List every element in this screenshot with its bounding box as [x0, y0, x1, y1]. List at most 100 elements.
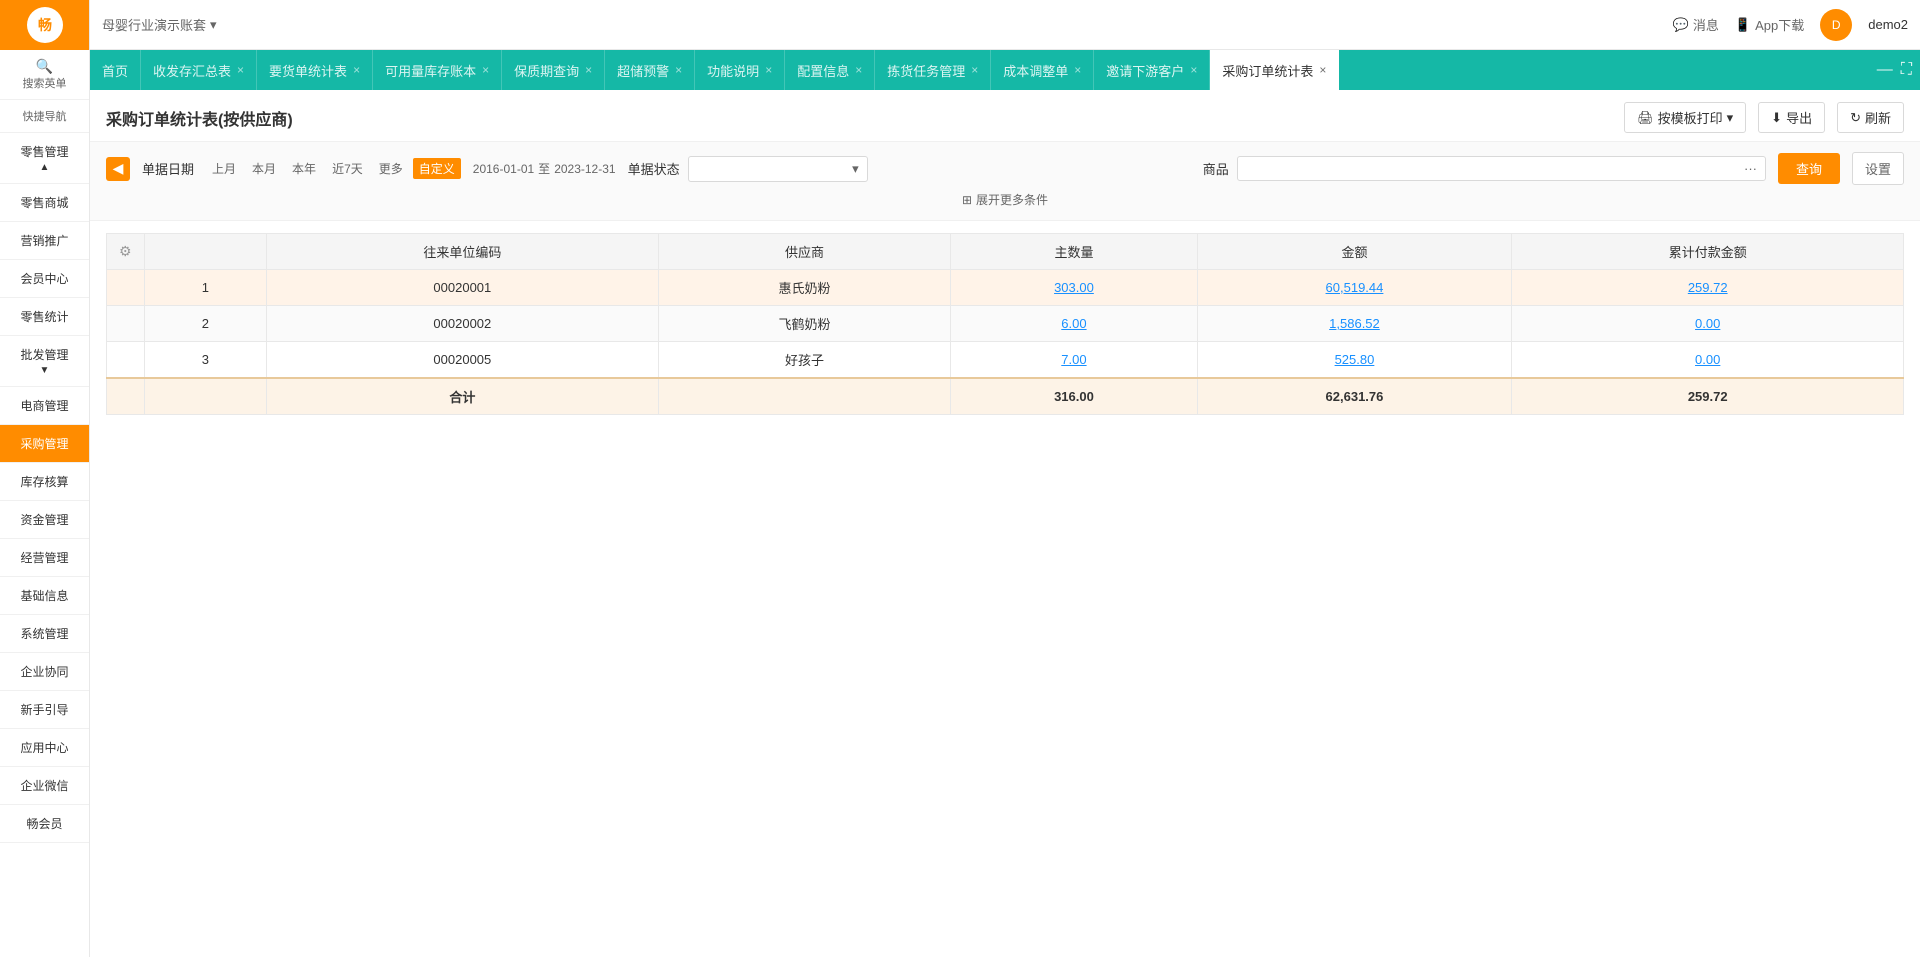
col-header-paid-amount: 累计付款金额 — [1512, 234, 1904, 270]
row-amount: 1,586.52 — [1197, 306, 1512, 342]
table-body: 1 00020001 惠氏奶粉 303.00 60,519.44 259.72 … — [107, 270, 1904, 379]
tab-receive-summary[interactable]: 收发存汇总表 × — [141, 50, 257, 90]
sidebar-item-label: 基础信息 — [20, 587, 68, 604]
sidebar-item-ecommerce[interactable]: 电商管理 — [0, 387, 89, 425]
tab-order-summary[interactable]: 要货单统计表 × — [257, 50, 373, 90]
date-shortcut-7days[interactable]: 近7天 — [326, 158, 369, 179]
sidebar-item-corp-collab[interactable]: 企业协同 — [0, 653, 89, 691]
workspace-selector[interactable]: 母婴行业演示账套 ▾ — [102, 15, 217, 34]
tab-invite-downstream[interactable]: 邀请下游客户 × — [1094, 50, 1210, 90]
expand-more-label: 展开更多条件 — [976, 191, 1048, 208]
sidebar-item-member[interactable]: 会员中心 — [0, 260, 89, 298]
tab-bar-end: — ⛶ — [1869, 50, 1920, 90]
logo-icon: 畅 — [26, 6, 64, 44]
date-custom-tag[interactable]: 自定义 — [413, 158, 461, 179]
sidebar-item-new-guide[interactable]: 新手引导 — [0, 691, 89, 729]
sidebar-item-inventory[interactable]: 库存核算 — [0, 463, 89, 501]
sidebar-item-retail-stats[interactable]: 零售统计 — [0, 298, 89, 336]
table-row: 3 00020005 好孩子 7.00 525.80 0.00 — [107, 342, 1904, 379]
tab-maximize-icon[interactable]: ⛶ — [1901, 61, 1912, 79]
sidebar-item-corp-wechat[interactable]: 企业微信 — [0, 767, 89, 805]
message-btn[interactable]: 💬 消息 — [1673, 15, 1719, 34]
summary-row: 合计 316.00 62,631.76 259.72 — [107, 378, 1904, 415]
sidebar-item-retail-mgmt[interactable]: 零售管理 ▲ — [0, 133, 89, 184]
tab-config-info[interactable]: 配置信息 × — [785, 50, 875, 90]
sidebar-item-label: 采购管理 — [20, 435, 68, 452]
query-button[interactable]: 查询 — [1778, 153, 1840, 184]
tab-cost-adjust[interactable]: 成本调整单 × — [991, 50, 1094, 90]
app-download-label: App下载 — [1755, 15, 1804, 34]
tab-close-icon[interactable]: × — [353, 63, 360, 77]
sidebar-item-operations[interactable]: 经营管理 — [0, 539, 89, 577]
tab-task-mgmt[interactable]: 拣货任务管理 × — [875, 50, 991, 90]
date-shortcut-this-year[interactable]: 本年 — [286, 158, 322, 179]
sidebar-item-app-center[interactable]: 应用中心 — [0, 729, 89, 767]
user-avatar[interactable]: D — [1820, 9, 1852, 41]
tab-label: 功能说明 — [707, 61, 759, 80]
tab-close-icon[interactable]: × — [971, 63, 978, 77]
filter-area: ◀ 单据日期 上月 本月 本年 近7天 更多 自定义 2016-01-01 至 … — [90, 142, 1920, 221]
date-label: 单据日期 — [142, 159, 194, 178]
sidebar-item-label: 零售统计 — [20, 308, 68, 325]
filter-goods-wrapper: 商品 ··· — [1203, 156, 1766, 181]
date-shortcut-last-month[interactable]: 上月 — [206, 158, 242, 179]
sidebar-item-quick-nav[interactable]: 快捷导航 — [0, 100, 89, 133]
row-settings — [107, 306, 145, 342]
tab-close-icon[interactable]: × — [1319, 63, 1326, 77]
row-supplier-code: 00020005 — [267, 342, 659, 379]
tab-minimize-icon[interactable]: — — [1877, 61, 1893, 79]
data-table: ⚙ 往来单位编码 供应商 主数量 金额 累计付款金额 1 00020001 惠氏… — [106, 233, 1904, 415]
filter-toggle-button[interactable]: ◀ — [106, 157, 130, 181]
summary-paid-amount: 259.72 — [1512, 378, 1904, 415]
tab-home[interactable]: 首页 — [90, 50, 141, 90]
date-shortcut-more[interactable]: 更多 — [373, 158, 409, 179]
tab-close-icon[interactable]: × — [585, 63, 592, 77]
export-button[interactable]: ⬇ 导出 — [1758, 102, 1825, 133]
app-download-btn[interactable]: 📱 App下载 — [1735, 15, 1804, 34]
sidebar-item-search[interactable]: 🔍 搜索英单 — [0, 50, 89, 100]
col-header-settings: ⚙ — [107, 234, 145, 270]
sidebar-item-basic-info[interactable]: 基础信息 — [0, 577, 89, 615]
status-select[interactable]: ▾ — [688, 156, 868, 182]
settings-icon[interactable]: ⚙ — [119, 243, 132, 259]
row-paid-amount: 0.00 — [1512, 342, 1904, 379]
sidebar-item-purchase-mgmt[interactable]: 采购管理 — [0, 425, 89, 463]
goods-input[interactable]: ··· — [1237, 156, 1766, 181]
sidebar-item-marketing[interactable]: 营销推广 — [0, 222, 89, 260]
user-name[interactable]: demo2 — [1868, 17, 1908, 32]
row-amount: 525.80 — [1197, 342, 1512, 379]
sidebar-item-label: 经营管理 — [20, 549, 68, 566]
tab-close-icon[interactable]: × — [482, 63, 489, 77]
print-button[interactable]: 🖨 按模板打印 ▾ — [1624, 102, 1746, 133]
tab-close-icon[interactable]: × — [237, 63, 244, 77]
tab-function-desc[interactable]: 功能说明 × — [695, 50, 785, 90]
tab-label: 收发存汇总表 — [153, 61, 231, 80]
tab-overstock-alert[interactable]: 超储预警 × — [605, 50, 695, 90]
tab-label: 可用量库存账本 — [385, 61, 476, 80]
tab-purchase-summary[interactable]: 采购订单统计表 × — [1210, 50, 1339, 90]
table-footer: 合计 316.00 62,631.76 259.72 — [107, 378, 1904, 415]
refresh-icon: ↻ — [1850, 110, 1861, 126]
date-shortcuts: 上月 本月 本年 近7天 更多 自定义 — [206, 158, 461, 179]
sidebar-item-member2[interactable]: 畅会员 — [0, 805, 89, 843]
summary-quantity: 316.00 — [951, 378, 1197, 415]
sidebar-item-finance[interactable]: 资金管理 — [0, 501, 89, 539]
sidebar-item-label: 营销推广 — [20, 232, 68, 249]
refresh-button[interactable]: ↻ 刷新 — [1837, 102, 1904, 133]
sidebar-item-retail-mall[interactable]: 零售商城 — [0, 184, 89, 222]
tab-expiry-query[interactable]: 保质期查询 × — [502, 50, 605, 90]
row-paid-amount: 259.72 — [1512, 270, 1904, 306]
tab-close-icon[interactable]: × — [1074, 63, 1081, 77]
tab-available-stock[interactable]: 可用量库存账本 × — [373, 50, 502, 90]
settings-button[interactable]: 设置 — [1852, 152, 1904, 185]
expand-more-button[interactable]: ⊞ 展开更多条件 — [962, 191, 1048, 208]
tab-close-icon[interactable]: × — [765, 63, 772, 77]
sidebar-item-wholesale-mgmt[interactable]: 批发管理 ▼ — [0, 336, 89, 387]
tab-close-icon[interactable]: × — [1190, 63, 1197, 77]
tab-close-icon[interactable]: × — [855, 63, 862, 77]
tab-close-icon[interactable]: × — [675, 63, 682, 77]
row-paid-amount: 0.00 — [1512, 306, 1904, 342]
date-shortcut-this-month[interactable]: 本月 — [246, 158, 282, 179]
tab-label: 要货单统计表 — [269, 61, 347, 80]
sidebar-item-system[interactable]: 系统管理 — [0, 615, 89, 653]
